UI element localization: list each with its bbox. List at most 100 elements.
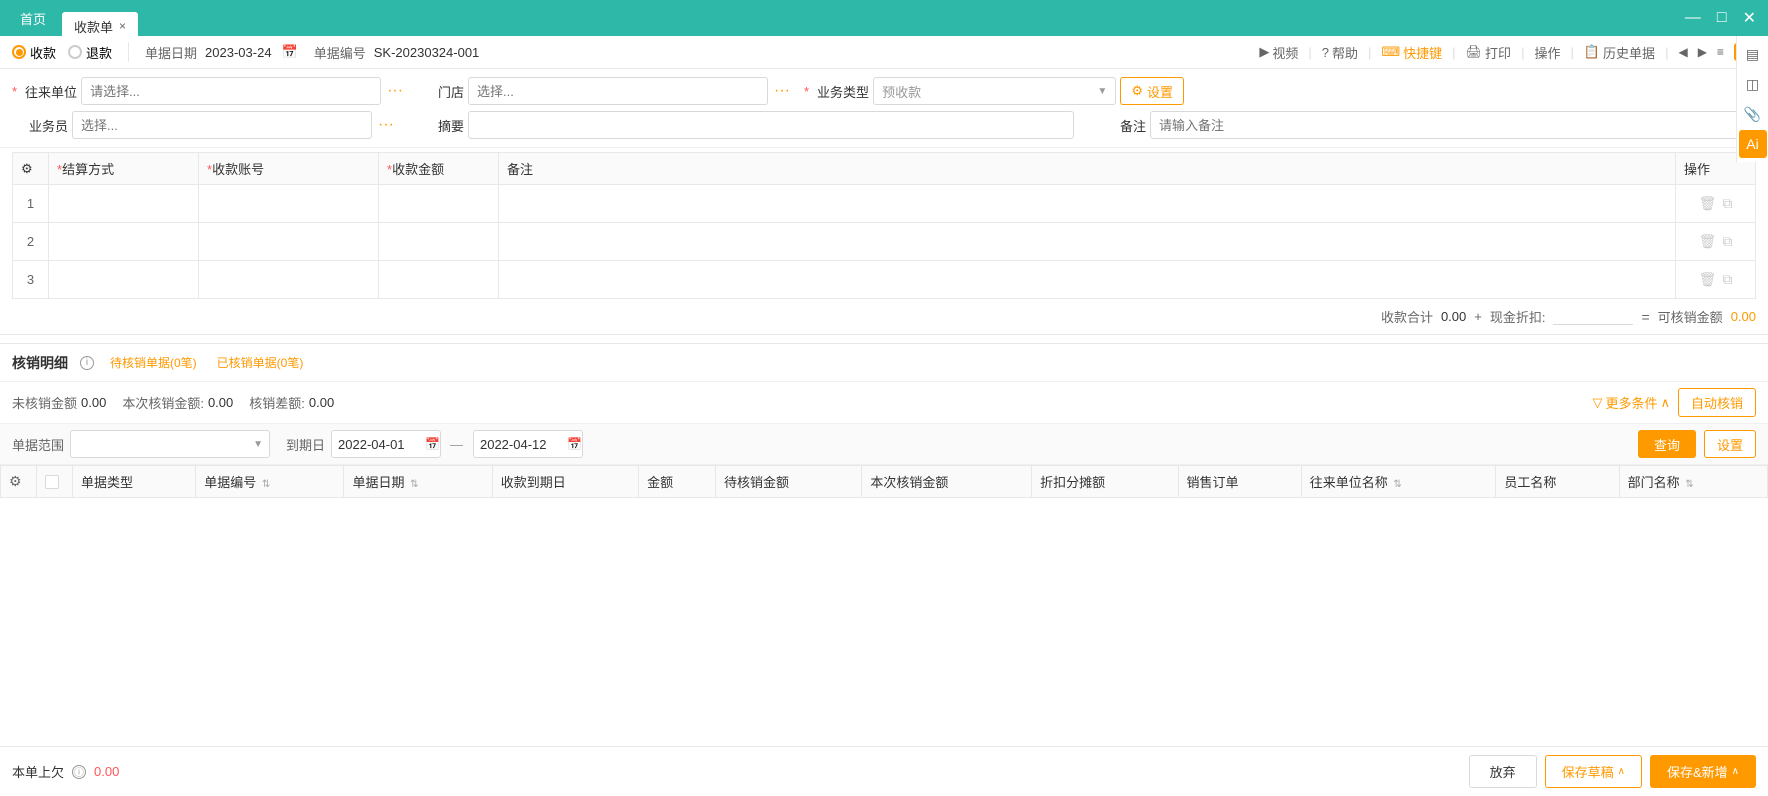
copy-icon-3[interactable]: ⧉: [1722, 271, 1732, 288]
row-amount-1[interactable]: [379, 185, 499, 223]
row-settlement-3[interactable]: [49, 261, 199, 299]
settlement-input-1[interactable]: [49, 185, 198, 222]
bth-due-date: 收款到期日: [492, 466, 638, 498]
maximize-button[interactable]: □: [1713, 9, 1731, 27]
chevron-up-icon: ∧: [1660, 395, 1670, 411]
partner-input[interactable]: [81, 77, 381, 105]
tab-close-icon[interactable]: ×: [119, 19, 126, 33]
bth-discount: 折扣分摊额: [1032, 466, 1178, 498]
delete-icon-1[interactable]: 🗑: [1699, 195, 1717, 212]
row-ops-3: 🗑 ⧉: [1676, 261, 1756, 299]
row-remark-1[interactable]: [499, 185, 1676, 223]
limit-info-icon[interactable]: ⓘ: [72, 765, 86, 779]
row-settlement-2[interactable]: [49, 223, 199, 261]
settings-icon: ⚙: [1131, 83, 1143, 99]
settings-button[interactable]: ⚙ 设置: [1120, 77, 1184, 105]
copy-icon-2[interactable]: ⧉: [1722, 233, 1732, 250]
date-range-select[interactable]: ▼: [70, 430, 270, 458]
video-btn[interactable]: ▶ 视频: [1259, 43, 1298, 62]
sidebar-clip-icon[interactable]: 📎: [1739, 100, 1767, 128]
date-from-icon[interactable]: 📅: [425, 437, 440, 451]
toolbar-divider: [128, 42, 129, 62]
pending-tab[interactable]: 待核销单据(0笔): [106, 352, 201, 373]
select-all-checkbox[interactable]: [45, 475, 59, 489]
history-btn[interactable]: 📋 历史单据: [1584, 43, 1655, 62]
copy-icon-1[interactable]: ⧉: [1722, 195, 1732, 212]
diff-stat: 核销差额: 0.00: [249, 393, 334, 412]
row-amount-3[interactable]: [379, 261, 499, 299]
row-account-2[interactable]: [199, 223, 379, 261]
discount-input[interactable]: [1553, 309, 1633, 325]
amount-input-3[interactable]: [379, 261, 498, 298]
sales-rep-ellipsis[interactable]: ···: [378, 117, 394, 133]
shop-ellipsis[interactable]: ···: [774, 83, 790, 99]
shortcut-btn[interactable]: ⌨ 快捷键: [1381, 43, 1442, 62]
row-num-3: 3: [13, 261, 49, 299]
help-btn[interactable]: ? 帮助: [1322, 43, 1358, 62]
row-account-3[interactable]: [199, 261, 379, 299]
verify-info-icon[interactable]: i: [80, 356, 94, 370]
more-filter-btn[interactable]: ▽ 更多条件 ∧: [1592, 393, 1670, 412]
bth-partner: 往来单位名称 ⇅: [1301, 466, 1496, 498]
delete-icon-3[interactable]: 🗑: [1699, 271, 1717, 288]
footer-actions: 放弃 保存草稿 ∧ 保存&新增 ∧: [1469, 755, 1756, 788]
sales-rep-input[interactable]: [72, 111, 372, 139]
close-button[interactable]: ✕: [1739, 8, 1760, 28]
biz-type-select[interactable]: 预收款 ▼: [873, 77, 1116, 105]
account-input-1[interactable]: [199, 185, 378, 222]
partner-ellipsis[interactable]: ···: [387, 83, 403, 99]
main-area: 收款 退款 单据日期 2023-03-24 📅 单据编号 SK-20230324…: [0, 36, 1768, 796]
row-amount-2[interactable]: [379, 223, 499, 261]
filter-settings-btn[interactable]: 设置: [1704, 430, 1756, 458]
minimize-button[interactable]: —: [1681, 9, 1705, 27]
sidebar-link-icon[interactable]: Ai: [1739, 130, 1767, 158]
account-input-2[interactable]: [199, 223, 378, 260]
done-tab[interactable]: 已核销单据(0笔): [213, 352, 308, 373]
row-remark-2[interactable]: [499, 223, 1676, 261]
operation-btn[interactable]: 操作: [1534, 43, 1560, 62]
bth-order: 销售订单: [1178, 466, 1301, 498]
bottom-th-gear[interactable]: ⚙: [9, 473, 22, 489]
row-settlement-1[interactable]: [49, 185, 199, 223]
sidebar-table-icon[interactable]: ▤: [1739, 40, 1767, 68]
radio-receive[interactable]: 收款: [12, 43, 56, 62]
verify-actions: ▽ 更多条件 ∧ 自动核销: [1592, 388, 1756, 417]
delete-icon-2[interactable]: 🗑: [1699, 233, 1717, 250]
shop-input[interactable]: [468, 77, 768, 105]
save-draft-button[interactable]: 保存草稿 ∧: [1545, 755, 1642, 788]
amount-input-2[interactable]: [379, 223, 498, 260]
settlement-input-2[interactable]: [49, 223, 198, 260]
tab-home[interactable]: 首页: [8, 0, 58, 36]
query-button[interactable]: 查询: [1638, 430, 1696, 458]
verify-section: 核销明细 i 待核销单据(0笔) 已核销单据(0笔) 未核销金额 0.00 本次…: [0, 343, 1768, 746]
row-remark-3[interactable]: [499, 261, 1676, 299]
nav-left-btn[interactable]: ◀: [1678, 45, 1687, 59]
shop-group: 门店 ···: [408, 77, 788, 105]
calendar-icon[interactable]: 📅: [282, 44, 298, 60]
radio-refund[interactable]: 退款: [68, 43, 112, 62]
menu-icon[interactable]: ≡: [1717, 45, 1724, 59]
sidebar-layout-icon[interactable]: ◫: [1739, 70, 1767, 98]
save-new-button[interactable]: 保存&新增 ∧: [1650, 755, 1756, 788]
print-btn[interactable]: 🖨 打印: [1466, 43, 1512, 62]
tab-active[interactable]: 收款单 ×: [62, 12, 138, 40]
remark-input-1[interactable]: [499, 185, 1675, 222]
nav-right-btn[interactable]: ▶: [1698, 45, 1707, 59]
toolbar-right: ▶ 视频 | ? 帮助 | ⌨ 快捷键 | 🖨 打印 | 操作 |: [1259, 43, 1756, 62]
th-gear[interactable]: ⚙: [13, 153, 49, 185]
account-input-3[interactable]: [199, 261, 378, 298]
settlement-input-3[interactable]: [49, 261, 198, 298]
amount-input-1[interactable]: [379, 185, 498, 222]
remark-input-3[interactable]: [499, 261, 1675, 298]
window-controls: — □ ✕: [1681, 8, 1760, 28]
auto-verify-btn[interactable]: 自动核销: [1678, 388, 1756, 417]
summary-input[interactable]: [468, 111, 1074, 139]
remark-input-2[interactable]: [499, 223, 1675, 260]
remark-input[interactable]: [1150, 111, 1756, 139]
form-section: * 往来单位 ··· 门店 ··· * 业务类型 预收款 ▼ ⚙: [0, 69, 1768, 148]
main-table: ⚙ *结算方式 *收款账号 *收款金额 备注 操作: [12, 152, 1756, 299]
tab-bar: 首页 收款单 × — □ ✕: [0, 0, 1768, 36]
abandon-button[interactable]: 放弃: [1469, 755, 1537, 788]
date-to-icon[interactable]: 📅: [567, 437, 582, 451]
row-account-1[interactable]: [199, 185, 379, 223]
